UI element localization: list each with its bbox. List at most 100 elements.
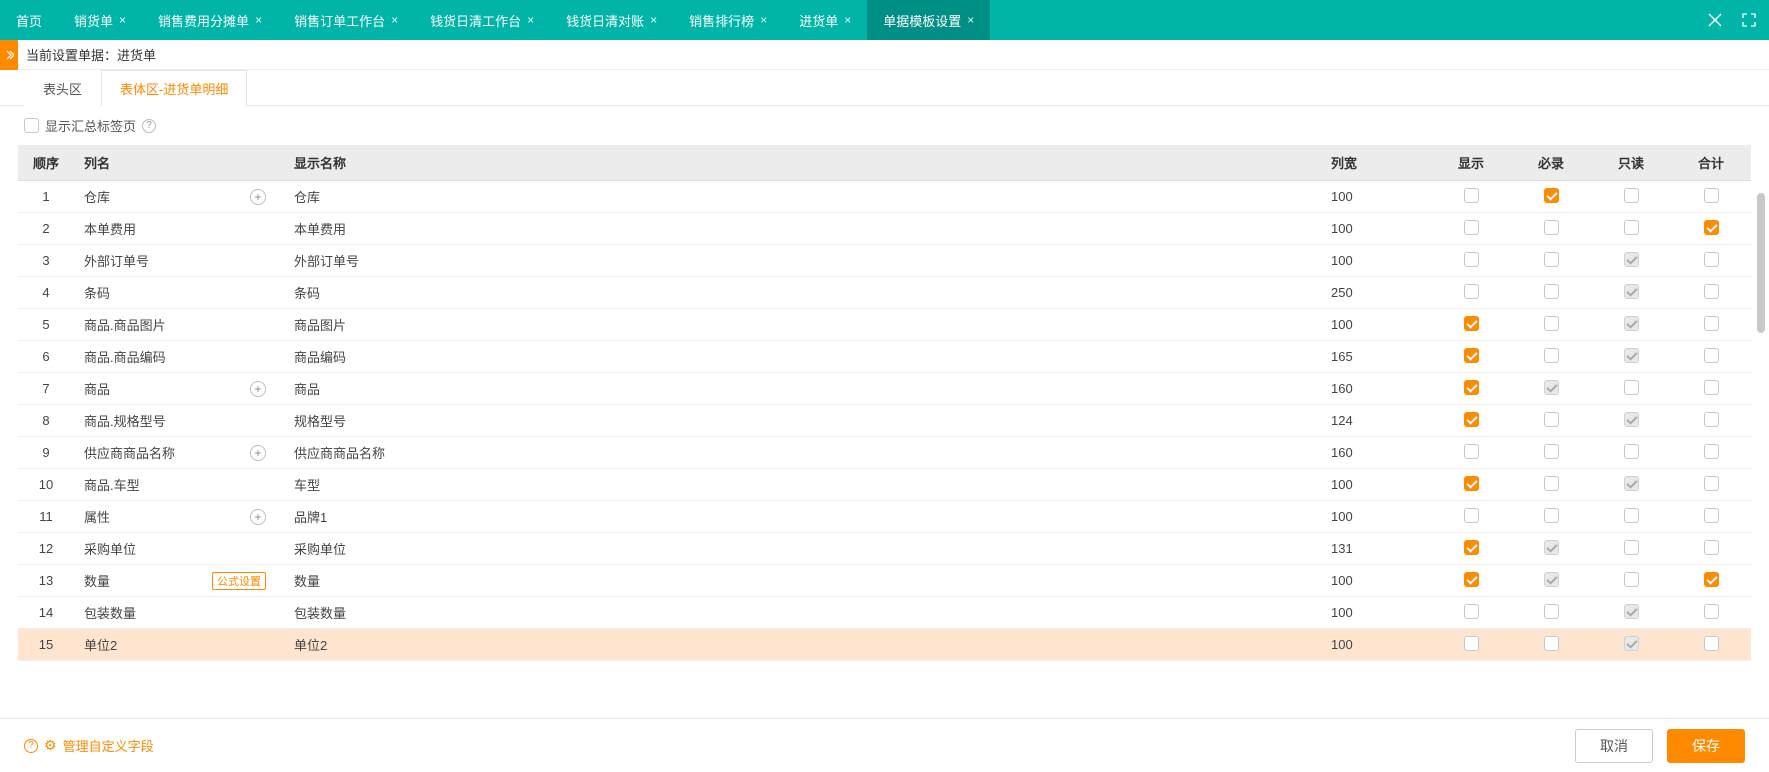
checkbox[interactable] <box>1464 572 1479 587</box>
checkbox[interactable] <box>1544 508 1559 523</box>
top-tab[interactable]: 销货单× <box>58 0 142 40</box>
cell-display[interactable]: 商品编码 <box>284 341 1321 373</box>
checkbox[interactable] <box>1704 316 1719 331</box>
close-icon[interactable]: × <box>527 13 534 27</box>
cell-width[interactable]: 100 <box>1321 501 1431 533</box>
close-all-icon[interactable] <box>1705 10 1725 30</box>
cell-display[interactable]: 品牌1 <box>284 501 1321 533</box>
checkbox[interactable] <box>1544 348 1559 363</box>
checkbox[interactable] <box>1624 508 1639 523</box>
cell-width[interactable]: 100 <box>1321 597 1431 629</box>
checkbox[interactable] <box>1544 188 1559 203</box>
cell-width[interactable]: 160 <box>1321 373 1431 405</box>
cell-display[interactable]: 仓库 <box>284 181 1321 213</box>
checkbox[interactable] <box>1624 188 1639 203</box>
checkbox[interactable] <box>1704 540 1719 555</box>
checkbox[interactable] <box>1544 284 1559 299</box>
cell-width[interactable]: 160 <box>1321 437 1431 469</box>
checkbox[interactable] <box>1464 252 1479 267</box>
cell-display[interactable]: 数量 <box>284 565 1321 597</box>
checkbox[interactable] <box>1624 444 1639 459</box>
checkbox[interactable] <box>1704 252 1719 267</box>
cell-display[interactable]: 单位2 <box>284 629 1321 661</box>
checkbox[interactable] <box>1464 412 1479 427</box>
top-tab[interactable]: 销售排行榜× <box>673 0 783 40</box>
fullscreen-icon[interactable] <box>1739 10 1759 30</box>
cell-display[interactable]: 供应商商品名称 <box>284 437 1321 469</box>
checkbox[interactable] <box>1704 572 1719 587</box>
cell-width[interactable]: 100 <box>1321 565 1431 597</box>
top-tab[interactable]: 进货单× <box>783 0 867 40</box>
checkbox[interactable] <box>1464 604 1479 619</box>
checkbox[interactable] <box>1704 604 1719 619</box>
checkbox[interactable] <box>1704 412 1719 427</box>
cell-display[interactable]: 商品 <box>284 373 1321 405</box>
cell-display[interactable]: 条码 <box>284 277 1321 309</box>
checkbox[interactable] <box>1464 220 1479 235</box>
cell-width[interactable]: 100 <box>1321 181 1431 213</box>
close-icon[interactable]: × <box>760 13 767 27</box>
footer-help-icon[interactable]: ? <box>24 739 38 753</box>
checkbox[interactable] <box>1704 284 1719 299</box>
checkbox[interactable] <box>1464 508 1479 523</box>
top-tab[interactable]: 钱货日清工作台× <box>414 0 550 40</box>
top-tab[interactable]: 销售费用分摊单× <box>142 0 278 40</box>
cell-width[interactable]: 131 <box>1321 533 1431 565</box>
plus-icon[interactable]: + <box>250 189 266 205</box>
cell-width[interactable]: 100 <box>1321 629 1431 661</box>
cell-display[interactable]: 规格型号 <box>284 405 1321 437</box>
plus-icon[interactable]: + <box>250 381 266 397</box>
cell-display[interactable]: 本单费用 <box>284 213 1321 245</box>
checkbox[interactable] <box>1544 412 1559 427</box>
close-icon[interactable]: × <box>650 13 657 27</box>
top-tab[interactable]: 单据模板设置× <box>867 0 990 40</box>
cell-display[interactable]: 商品图片 <box>284 309 1321 341</box>
plus-icon[interactable]: + <box>250 445 266 461</box>
cancel-button[interactable]: 取消 <box>1575 729 1653 763</box>
close-icon[interactable]: × <box>119 13 126 27</box>
cell-width[interactable]: 124 <box>1321 405 1431 437</box>
checkbox[interactable] <box>1544 252 1559 267</box>
checkbox[interactable] <box>1464 348 1479 363</box>
checkbox[interactable] <box>1624 380 1639 395</box>
checkbox[interactable] <box>1544 220 1559 235</box>
cell-width[interactable]: 100 <box>1321 469 1431 501</box>
cell-width[interactable]: 100 <box>1321 309 1431 341</box>
checkbox[interactable] <box>1544 636 1559 651</box>
cell-width[interactable]: 250 <box>1321 277 1431 309</box>
cell-display[interactable]: 外部订单号 <box>284 245 1321 277</box>
help-icon[interactable]: ? <box>142 119 156 133</box>
checkbox[interactable] <box>1464 380 1479 395</box>
cell-display[interactable]: 采购单位 <box>284 533 1321 565</box>
top-tab[interactable]: 销售订单工作台× <box>278 0 414 40</box>
close-icon[interactable]: × <box>391 13 398 27</box>
close-icon[interactable]: × <box>255 13 262 27</box>
cell-width[interactable]: 100 <box>1321 213 1431 245</box>
checkbox[interactable] <box>1464 540 1479 555</box>
checkbox[interactable] <box>1704 220 1719 235</box>
top-tab[interactable]: 首页 <box>0 0 58 40</box>
vertical-scrollbar[interactable] <box>1757 193 1765 333</box>
checkbox[interactable] <box>1544 316 1559 331</box>
checkbox[interactable] <box>1464 636 1479 651</box>
formula-tag[interactable]: 公式设置 <box>212 572 266 590</box>
plus-icon[interactable]: + <box>250 509 266 525</box>
checkbox[interactable] <box>1464 444 1479 459</box>
collapse-toggle-icon[interactable] <box>0 40 18 70</box>
close-icon[interactable]: × <box>844 13 851 27</box>
checkbox[interactable] <box>1544 476 1559 491</box>
cell-width[interactable]: 165 <box>1321 341 1431 373</box>
show-summary-checkbox[interactable] <box>24 118 39 133</box>
cell-display[interactable]: 车型 <box>284 469 1321 501</box>
checkbox[interactable] <box>1704 380 1719 395</box>
checkbox[interactable] <box>1464 188 1479 203</box>
top-tab[interactable]: 钱货日清对账× <box>550 0 673 40</box>
checkbox[interactable] <box>1464 284 1479 299</box>
checkbox[interactable] <box>1704 348 1719 363</box>
checkbox[interactable] <box>1704 188 1719 203</box>
save-button[interactable]: 保存 <box>1667 729 1745 763</box>
checkbox[interactable] <box>1624 540 1639 555</box>
checkbox[interactable] <box>1704 508 1719 523</box>
checkbox[interactable] <box>1544 604 1559 619</box>
checkbox[interactable] <box>1464 476 1479 491</box>
